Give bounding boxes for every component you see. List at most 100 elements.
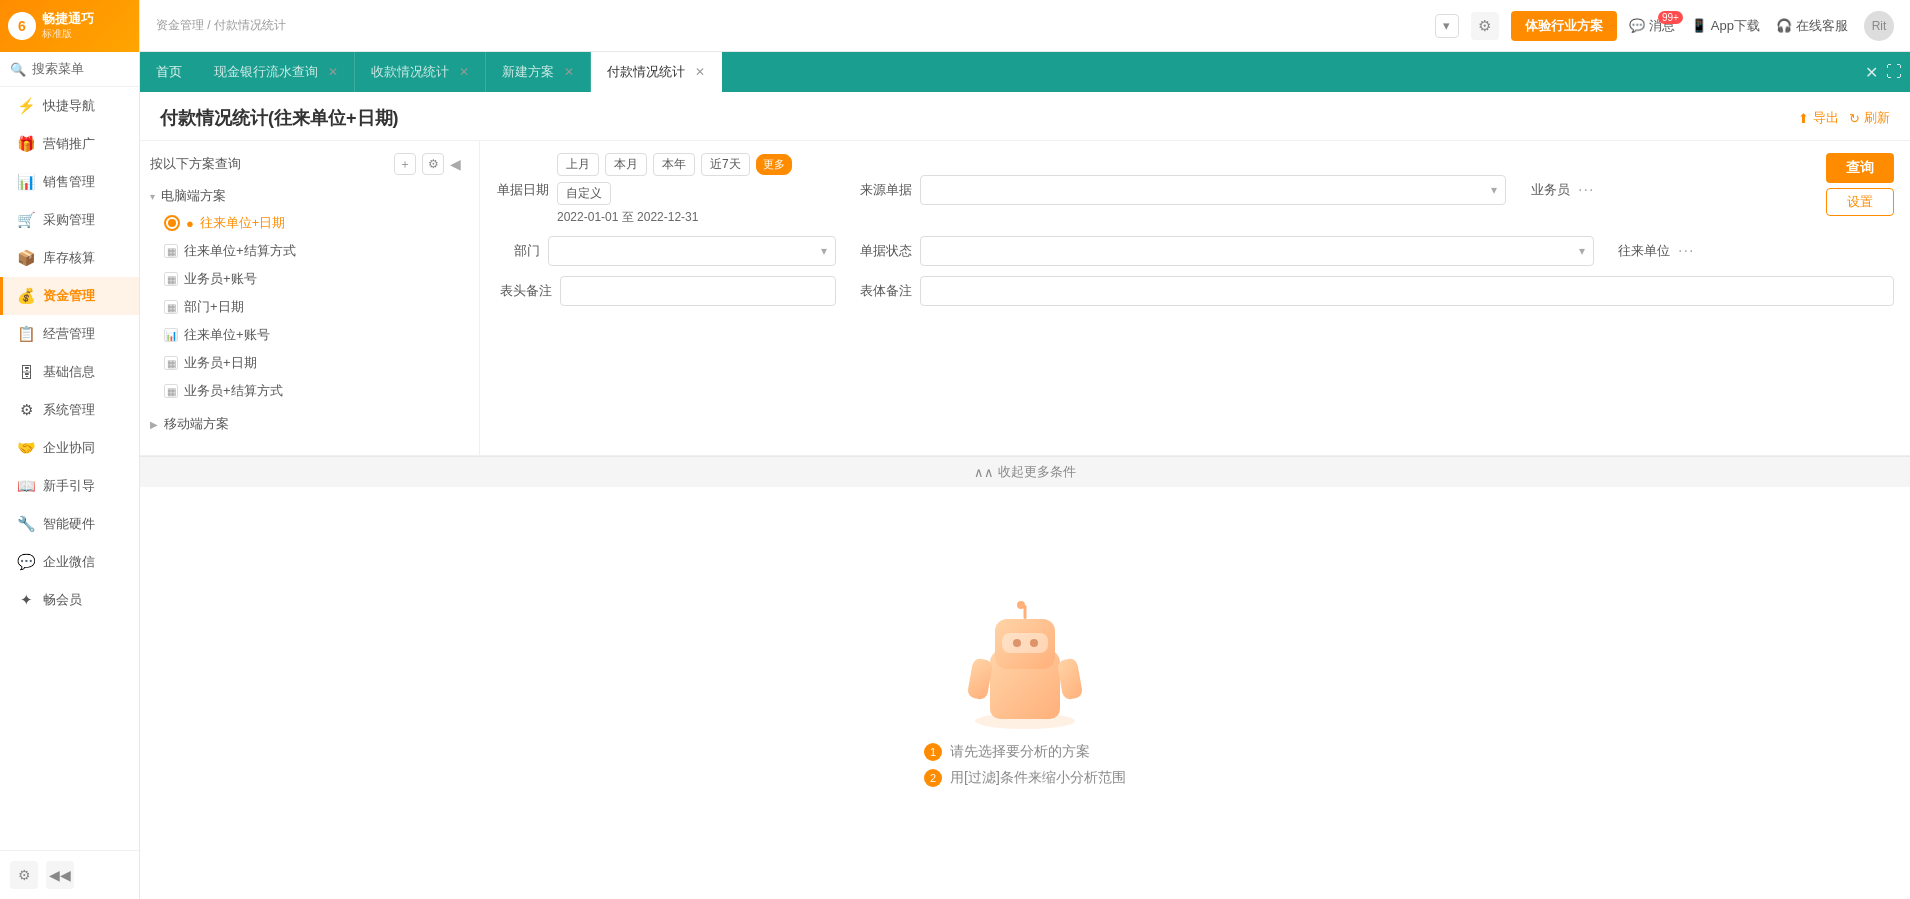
- filter-group-unit: 往来单位 ···: [1614, 242, 1894, 260]
- maximize-button[interactable]: ⛶: [1886, 63, 1902, 81]
- filter-group-dept: 部门 ▾: [496, 236, 836, 266]
- empty-hints: 1 请先选择要分析的方案 2 用[过滤]条件来缩小分析范围: [924, 743, 1126, 787]
- page-content: 付款情况统计(往来单位+日期) ⬆ 导出 ↻ 刷新 按以下方案查询 ＋: [140, 92, 1910, 899]
- tab-cash-flow[interactable]: 现金银行流水查询 ✕: [198, 52, 355, 92]
- icon-unit-settle: ▦: [164, 244, 178, 258]
- scheme-item-staff-date[interactable]: ▦ 业务员+日期: [158, 349, 469, 377]
- hardware-icon: 🔧: [17, 515, 35, 533]
- scheme-item-staff-settle[interactable]: ▦ 业务员+结算方式: [158, 377, 469, 405]
- robot-body: [980, 619, 1070, 719]
- sidebar-footer: ⚙ ◀◀: [0, 850, 139, 899]
- scheme-item-dept-date[interactable]: ▦ 部门+日期: [158, 293, 469, 321]
- date-more-btn[interactable]: 更多: [756, 154, 792, 175]
- hint-num-1: 1: [924, 743, 942, 761]
- sidebar-item-vip[interactable]: ✦ 畅会员: [0, 581, 139, 619]
- receipt-status-select[interactable]: ▾: [920, 236, 1594, 266]
- scheme-item-unit-settle[interactable]: ▦ 往来单位+结算方式: [158, 237, 469, 265]
- sidebar-item-inventory[interactable]: 📦 库存核算: [0, 239, 139, 277]
- sidebar: 6 畅捷通巧 标准版 🔍 搜索菜单 ⚡ 快捷导航 🎁 营销推广 📊 销售管理 🛒…: [0, 0, 140, 899]
- sidebar-item-enterprise[interactable]: 🤝 企业协同: [0, 429, 139, 467]
- sidebar-item-finance[interactable]: 💰 资金管理: [0, 277, 139, 315]
- app-download-button[interactable]: 📱 App下载: [1691, 17, 1760, 35]
- tab-receipts[interactable]: 收款情况统计 ✕: [355, 52, 486, 92]
- export-button[interactable]: ⬆ 导出: [1798, 109, 1839, 127]
- sidebar-item-quick-nav[interactable]: ⚡ 快捷导航: [0, 87, 139, 125]
- sidebar-item-guide[interactable]: 📖 新手引导: [0, 467, 139, 505]
- source-select[interactable]: ▾: [920, 175, 1506, 205]
- desktop-scheme-section-toggle[interactable]: ▾ 电脑端方案: [150, 183, 469, 209]
- query-actions: 查询 设置: [1826, 153, 1894, 216]
- tab-payment-stats-close[interactable]: ✕: [695, 65, 705, 79]
- message-button[interactable]: 💬 消息 99+: [1629, 17, 1675, 35]
- wechat-icon: 💬: [17, 553, 35, 571]
- topbar-gear-button[interactable]: ⚙: [1471, 12, 1499, 40]
- settings-footer-button[interactable]: ⚙: [10, 861, 38, 889]
- sidebar-item-hardware[interactable]: 🔧 智能硬件: [0, 505, 139, 543]
- topbar-right-actions: 💬 消息 99+ 📱 App下载 🎧 在线客服 Rit: [1629, 11, 1894, 41]
- date-last-month-btn[interactable]: 上月: [557, 153, 599, 176]
- page-header-actions: ⬆ 导出 ↻ 刷新: [1798, 109, 1890, 127]
- mobile-scheme-section-toggle[interactable]: ▶ 移动端方案: [150, 411, 469, 437]
- scheme-item-unit-acct[interactable]: 📊 往来单位+账号: [158, 321, 469, 349]
- scheme-item-unit-date[interactable]: ● 往来单位+日期: [158, 209, 469, 237]
- scheme-item-staff-acct[interactable]: ▦ 业务员+账号: [158, 265, 469, 293]
- topbar: 资金管理 / 付款情况统计 ▾ ⚙ 体验行业方案 💬 消息 99+ 📱 App下…: [140, 0, 1910, 52]
- scheme-settings-button[interactable]: ⚙: [422, 153, 444, 175]
- body-note-input[interactable]: [920, 276, 1894, 306]
- icon-unit-acct: 📊: [164, 328, 178, 342]
- tab-cash-flow-close[interactable]: ✕: [328, 65, 338, 79]
- query-button[interactable]: 查询: [1826, 153, 1894, 183]
- inventory-icon: 📦: [17, 249, 35, 267]
- sidebar-item-sales[interactable]: 📊 销售管理: [0, 163, 139, 201]
- purchase-icon: 🛒: [17, 211, 35, 229]
- enterprise-icon: 🤝: [17, 439, 35, 457]
- sidebar-item-system[interactable]: ⚙ 系统管理: [0, 391, 139, 429]
- finance-icon: 💰: [17, 287, 35, 305]
- headset-icon: 🎧: [1776, 18, 1792, 33]
- close-all-tabs-button[interactable]: ✕: [1865, 63, 1878, 82]
- tabbar-actions: ✕ ⛶: [1857, 52, 1910, 92]
- tab-payment-stats[interactable]: 付款情况统计 ✕: [591, 52, 722, 92]
- sidebar-item-operation[interactable]: 📋 经营管理: [0, 315, 139, 353]
- collapse-scheme-button[interactable]: ◀: [450, 156, 461, 172]
- trial-button[interactable]: 体验行业方案: [1511, 11, 1617, 41]
- sidebar-item-wechat[interactable]: 💬 企业微信: [0, 543, 139, 581]
- refresh-icon: ↻: [1849, 111, 1860, 126]
- filter-group-source: 来源单据 ▾: [856, 175, 1506, 205]
- scheme-item-icon-unit-date: ●: [186, 216, 194, 231]
- unit-ellipsis-button[interactable]: ···: [1678, 242, 1694, 260]
- breadcrumb-dropdown-button[interactable]: ▾: [1435, 14, 1459, 38]
- source-select-arrow-icon: ▾: [1491, 183, 1497, 197]
- collapse-sidebar-button[interactable]: ◀◀: [46, 861, 74, 889]
- filter-group-body-note: 表体备注: [856, 276, 1894, 306]
- sidebar-item-purchase[interactable]: 🛒 采购管理: [0, 201, 139, 239]
- collapse-more-bar[interactable]: ∧∧ 收起更多条件: [140, 456, 1910, 487]
- scheme-panel: 按以下方案查询 ＋ ⚙ ◀ ▾ 电脑端方案: [140, 141, 480, 455]
- empty-hint-1: 1 请先选择要分析的方案: [924, 743, 1126, 761]
- setting-button[interactable]: 设置: [1826, 188, 1894, 216]
- filter-area: 按以下方案查询 ＋ ⚙ ◀ ▾ 电脑端方案: [140, 141, 1910, 456]
- online-service-button[interactable]: 🎧 在线客服: [1776, 17, 1848, 35]
- date-this-month-btn[interactable]: 本月: [605, 153, 647, 176]
- icon-dept-date: ▦: [164, 300, 178, 314]
- filter-group-header-note: 表头备注: [496, 276, 836, 306]
- sidebar-item-basic[interactable]: 🗄 基础信息: [0, 353, 139, 391]
- date-last-7days-btn[interactable]: 近7天: [701, 153, 750, 176]
- sidebar-item-marketing[interactable]: 🎁 营销推广: [0, 125, 139, 163]
- user-avatar[interactable]: Rit: [1864, 11, 1894, 41]
- tab-home[interactable]: 首页: [140, 52, 198, 92]
- search-menu[interactable]: 🔍 搜索菜单: [0, 52, 139, 87]
- tab-new-scheme-close[interactable]: ✕: [564, 65, 574, 79]
- date-this-year-btn[interactable]: 本年: [653, 153, 695, 176]
- refresh-button[interactable]: ↻ 刷新: [1849, 109, 1890, 127]
- dept-select[interactable]: ▾: [548, 236, 836, 266]
- logo-icon: 6: [8, 12, 36, 40]
- tab-receipts-close[interactable]: ✕: [459, 65, 469, 79]
- tab-new-scheme[interactable]: 新建方案 ✕: [486, 52, 591, 92]
- add-scheme-button[interactable]: ＋: [394, 153, 416, 175]
- date-custom-btn[interactable]: 自定义: [557, 182, 611, 205]
- header-note-input[interactable]: [560, 276, 836, 306]
- guide-icon: 📖: [17, 477, 35, 495]
- export-icon: ⬆: [1798, 111, 1809, 126]
- staff-ellipsis-button[interactable]: ···: [1578, 181, 1594, 199]
